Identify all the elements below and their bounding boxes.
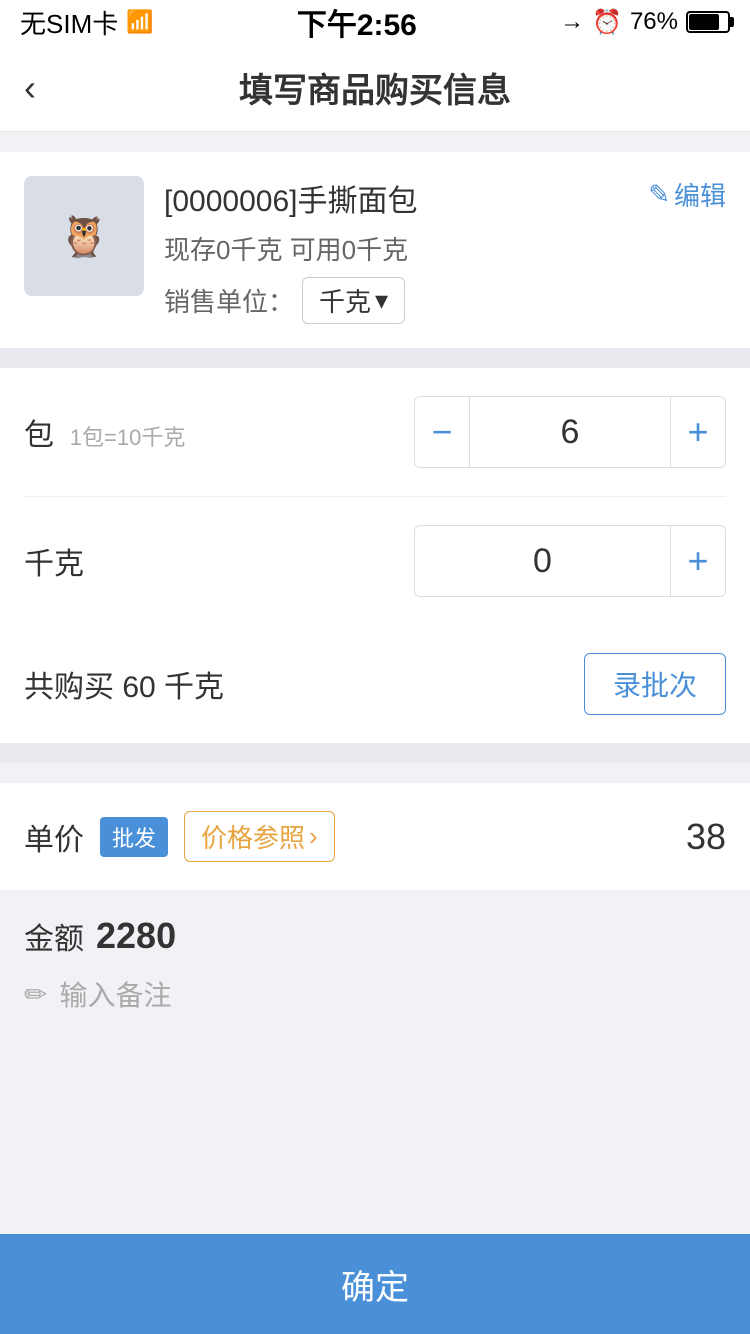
location-icon: → xyxy=(560,8,584,36)
price-value: 38 xyxy=(686,816,726,858)
kg-plus-button[interactable]: + xyxy=(670,525,726,597)
bao-minus-button[interactable]: − xyxy=(414,396,470,468)
price-section: 单价 批发 价格参照 › 38 xyxy=(0,783,750,890)
separator-2 xyxy=(0,743,750,763)
input-section: 包 1包=10千克 − + 千克 + xyxy=(0,368,750,625)
product-card: 🦉 [0000006]手撕面包 ✎ 编辑 现存0千克 可用0千克 销售单位： 千… xyxy=(0,152,750,348)
product-thumb-icon: 🦉 xyxy=(59,213,109,260)
battery-icon xyxy=(686,11,730,33)
confirm-button[interactable]: 确定 xyxy=(0,1234,750,1334)
amount-label: 金额 xyxy=(24,914,84,958)
wifi-icon: 📶 xyxy=(126,9,153,35)
back-button[interactable]: ‹ xyxy=(24,67,36,109)
alarm-icon: ⏰ xyxy=(592,8,622,37)
pencil-icon: ✏ xyxy=(24,978,47,1011)
bao-hint: 1包=10千克 xyxy=(70,425,186,450)
edit-icon: ✎ xyxy=(648,179,670,210)
summary-text: 共购买 60 千克 xyxy=(24,662,224,706)
product-info: [0000006]手撕面包 ✎ 编辑 现存0千克 可用0千克 销售单位： 千克 … xyxy=(164,176,726,324)
bao-quantity-input[interactable] xyxy=(470,396,670,468)
price-ref-button[interactable]: 价格参照 › xyxy=(184,811,335,862)
price-left: 单价 批发 价格参照 › xyxy=(24,811,335,862)
bao-row: 包 1包=10千克 − + xyxy=(24,368,726,497)
battery-label: 76% xyxy=(630,8,678,36)
product-stock: 现存0千克 可用0千克 xyxy=(164,230,726,267)
product-thumbnail: 🦉 xyxy=(24,176,144,296)
kg-label-group: 千克 xyxy=(24,539,84,583)
status-left: 无SIM卡 📶 xyxy=(20,4,154,41)
bao-label: 包 xyxy=(24,419,54,452)
price-label: 单价 xyxy=(24,815,84,859)
kg-quantity-input[interactable] xyxy=(414,525,670,597)
time-label: 下午2:56 xyxy=(297,0,417,44)
note-row[interactable]: ✏ 输入备注 xyxy=(24,974,726,1014)
separator-1 xyxy=(0,348,750,368)
page-title: 填写商品购买信息 xyxy=(239,63,511,112)
kg-controls: + xyxy=(414,525,726,597)
batch-button[interactable]: 录批次 xyxy=(584,653,726,715)
unit-select[interactable]: 千克 ▾ xyxy=(302,277,405,324)
edit-label: 编辑 xyxy=(674,176,726,213)
nav-bar: ‹ 填写商品购买信息 xyxy=(0,44,750,132)
bao-label-group: 包 1包=10千克 xyxy=(24,410,185,454)
price-tag: 批发 xyxy=(100,817,168,857)
bao-controls: − + xyxy=(414,396,726,468)
price-ref-label: 价格参照 xyxy=(201,818,305,855)
note-placeholder: 输入备注 xyxy=(59,974,171,1014)
price-ref-arrow-icon: › xyxy=(309,821,318,852)
carrier-label: 无SIM卡 xyxy=(20,4,118,41)
kg-label: 千克 xyxy=(24,548,84,581)
confirm-button-label: 确定 xyxy=(341,1260,409,1309)
status-right: → ⏰ 76% xyxy=(560,8,730,37)
bao-plus-button[interactable]: + xyxy=(670,396,726,468)
unit-value: 千克 xyxy=(319,282,371,319)
status-bar: 无SIM卡 📶 下午2:56 → ⏰ 76% xyxy=(0,0,750,44)
amount-section: 金额 2280 ✏ 输入备注 xyxy=(0,890,750,1034)
edit-button[interactable]: ✎ 编辑 xyxy=(648,176,726,213)
summary-section: 共购买 60 千克 录批次 xyxy=(0,625,750,743)
product-name: [0000006]手撕面包 xyxy=(164,176,417,220)
kg-row: 千克 + xyxy=(24,497,726,625)
unit-label: 销售单位： xyxy=(164,282,294,319)
product-unit: 销售单位： 千克 ▾ xyxy=(164,277,726,324)
amount-row: 金额 2280 xyxy=(24,914,726,958)
amount-value: 2280 xyxy=(96,915,176,957)
unit-dropdown-icon: ▾ xyxy=(375,285,388,316)
